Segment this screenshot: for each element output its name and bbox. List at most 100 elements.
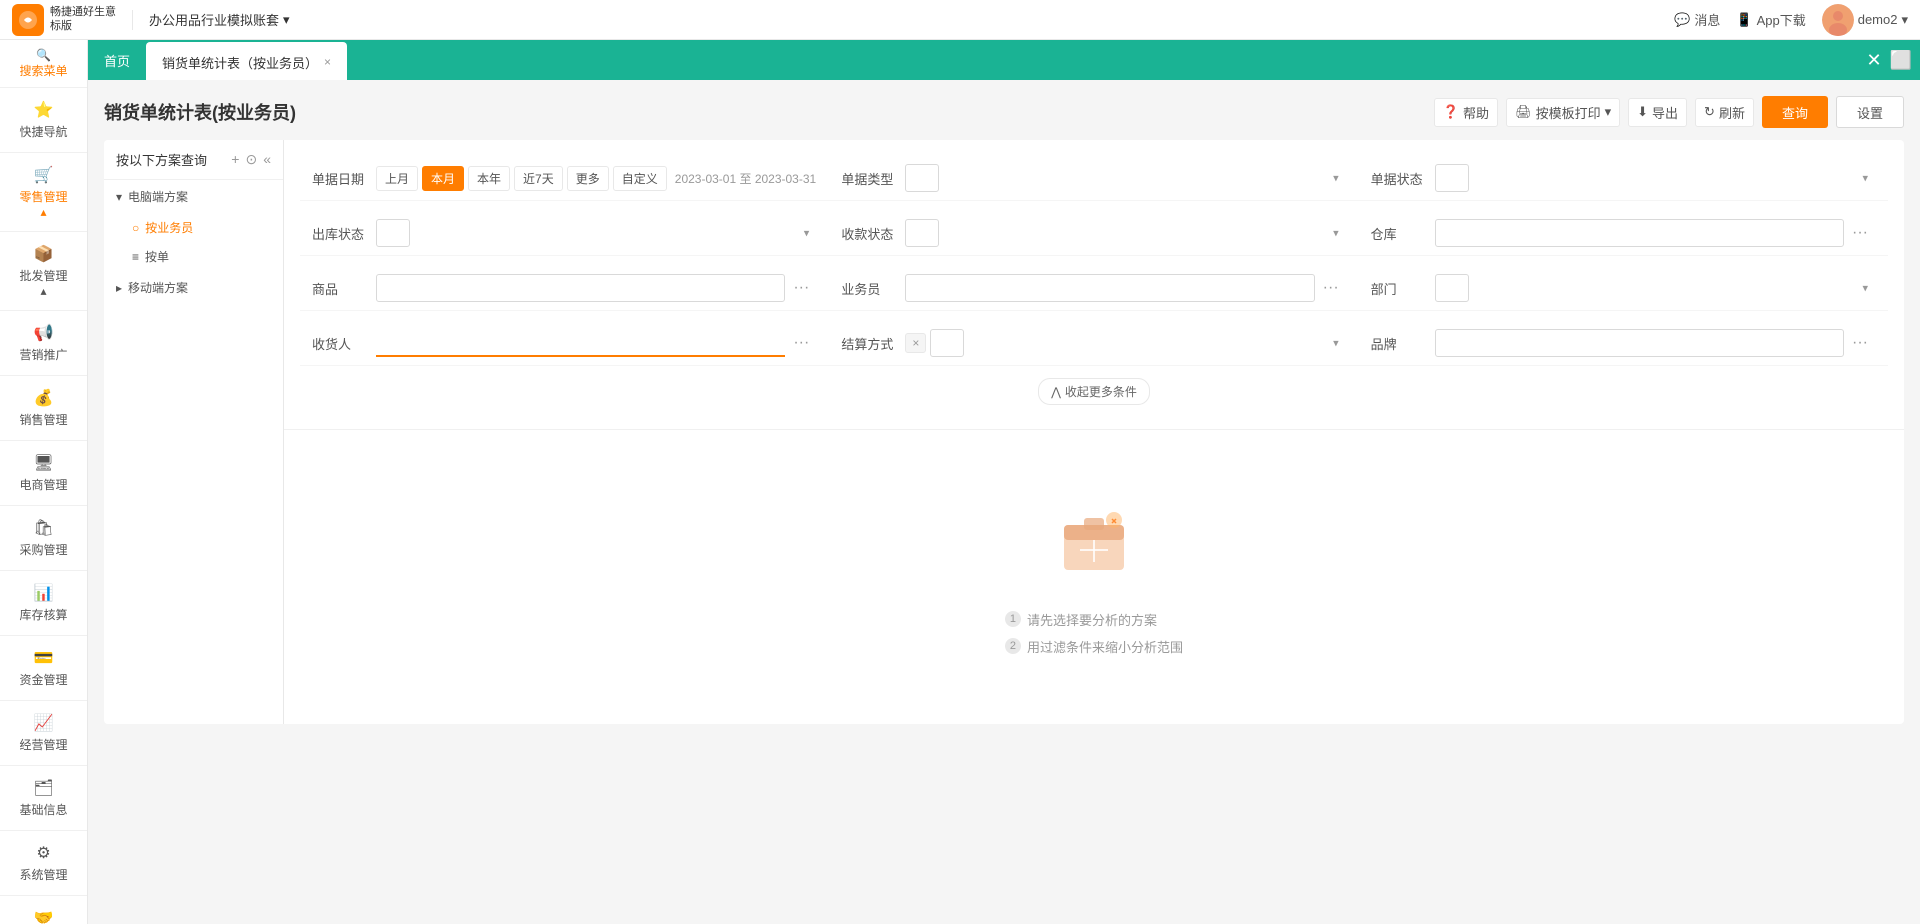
salesperson-input[interactable] [905, 274, 1314, 302]
date-this-month[interactable]: 本月 [422, 166, 464, 191]
chevron-down-icon: ▾ [283, 12, 290, 28]
salesperson-more-icon[interactable]: ··· [1315, 279, 1347, 297]
scheme-item-order[interactable]: ≡ 按单 [104, 242, 283, 271]
sidebar-item-quicknav[interactable]: ⭐ 快捷导航 [0, 88, 87, 153]
query-button[interactable]: 查询 [1762, 96, 1828, 128]
inner-layout: 按以下方案查询 + ⊙ « ▾ 电脑端方案 [104, 140, 1904, 724]
brand-more-icon[interactable]: ··· [1844, 334, 1876, 352]
date-7days[interactable]: 近7天 [514, 166, 563, 191]
sidebar: 🔍 搜索菜单 ⭐ 快捷导航 🛒 零售管理 ▴ 📦 批发管理 ▴ 📢 营销推广 [0, 40, 88, 924]
template-print-button[interactable]: 🖨 按模板打印 ▾ [1506, 98, 1620, 127]
date-more[interactable]: 更多 [567, 166, 609, 191]
chevron-down-icon: ▾ [1901, 12, 1908, 28]
export-button[interactable]: ⬇ 导出 [1628, 98, 1687, 127]
filter-brand: 品牌 ··· [1359, 321, 1888, 366]
add-scheme-icon[interactable]: + [231, 151, 239, 168]
empty-hint-1: 1 请先选择要分析的方案 [1005, 610, 1183, 629]
tab-bar: 首页 销货单统计表（按业务员） × ✕ ⬜ [88, 40, 1920, 80]
filter-settlement: 结算方式 × [829, 321, 1358, 366]
date-custom[interactable]: 自定义 [613, 166, 667, 191]
consignee-input[interactable] [376, 329, 785, 357]
page-header: 销货单统计表(按业务员) ❓ 帮助 🖨 按模板打印 ▾ ⬇ [104, 96, 1904, 128]
filter-out-status: 出库状态 [300, 211, 829, 256]
maximize-icon[interactable]: ⬜ [1890, 50, 1912, 71]
sidebar-item-inventory[interactable]: 📊 库存核算 [0, 571, 87, 636]
warehouse-input[interactable] [1435, 219, 1844, 247]
doc-status-select[interactable] [1435, 164, 1469, 192]
collapse-icon: ⋀ [1051, 385, 1061, 399]
consignee-more-icon[interactable]: ··· [785, 334, 817, 352]
sidebar-item-enterprise[interactable]: 🤝 企业协同 [0, 896, 87, 924]
message-icon: 💬 [1674, 12, 1690, 28]
tab-home[interactable]: 首页 [88, 40, 146, 80]
close-window-icon[interactable]: ✕ [1866, 50, 1881, 71]
filter-date: 单据日期 上月 本月 本年 近7天 更多 自定义 2023-03-01 至 20… [300, 156, 829, 201]
filter-receipt-status: 收款状态 [829, 211, 1358, 256]
collapse-scheme-icon[interactable]: « [263, 151, 271, 168]
sidebar-item-base[interactable]: 🗂 基础信息 [0, 766, 87, 831]
sidebar-item-ecommerce[interactable]: 🖥 电商管理 [0, 441, 87, 506]
filter-row-1: 单据日期 上月 本月 本年 近7天 更多 自定义 2023-03-01 至 20… [300, 156, 1888, 201]
sidebar-item-system[interactable]: ⚙ 系统管理 [0, 831, 87, 896]
filter-area: 单据日期 上月 本月 本年 近7天 更多 自定义 2023-03-01 至 20… [284, 140, 1904, 430]
page-content: 销货单统计表(按业务员) ❓ 帮助 🖨 按模板打印 ▾ ⬇ [88, 80, 1920, 924]
inner-content: 单据日期 上月 本月 本年 近7天 更多 自定义 2023-03-01 至 20… [284, 140, 1904, 724]
empty-hints: 1 请先选择要分析的方案 2 用过滤条件来缩小分析范围 [1005, 610, 1183, 664]
tab-bar-actions: ✕ ⬜ [1866, 50, 1920, 71]
sidebar-item-retail[interactable]: 🛒 零售管理 ▴ [0, 153, 87, 232]
top-bar-left: 畅捷通好生意 标版 办公用品行业模拟账套 ▾ [12, 4, 290, 36]
filter-row-4: 收货人 ··· 结算方式 × [300, 321, 1888, 366]
refresh-icon: ↻ [1704, 104, 1715, 120]
sidebar-item-marketing[interactable]: 📢 营销推广 [0, 311, 87, 376]
user-action[interactable]: demo2 ▾ [1822, 4, 1908, 36]
filter-doc-type: 单据类型 [829, 156, 1358, 201]
warehouse-more-icon[interactable]: ··· [1844, 224, 1876, 242]
scheme-group-mobile: ▸ 移动端方案 [104, 271, 283, 304]
tab-active[interactable]: 销货单统计表（按业务员） × [146, 42, 347, 82]
receipt-status-select[interactable] [905, 219, 939, 247]
export-icon: ⬇ [1637, 104, 1648, 120]
out-status-select[interactable] [376, 219, 410, 247]
sidebar-item-sales[interactable]: 💰 销售管理 [0, 376, 87, 441]
sidebar-item-wholesale[interactable]: 📦 批发管理 ▴ [0, 232, 87, 311]
doc-type-select[interactable] [905, 164, 939, 192]
sidebar-item-purchase[interactable]: 🛍 采购管理 [0, 506, 87, 571]
filter-doc-status: 单据状态 [1359, 156, 1888, 201]
date-last-month[interactable]: 上月 [376, 166, 418, 191]
logo-icon [12, 4, 44, 36]
goods-more-icon[interactable]: ··· [785, 279, 817, 297]
scheme-item-icon: ○ [132, 221, 139, 235]
sidebar-item-search[interactable]: 🔍 搜索菜单 [0, 40, 87, 88]
avatar [1822, 4, 1854, 36]
edit-scheme-icon[interactable]: ⊙ [245, 151, 257, 168]
empty-illustration [1044, 490, 1144, 590]
help-icon: ❓ [1443, 104, 1459, 120]
app-selector[interactable]: 办公用品行业模拟账套 ▾ [149, 10, 290, 29]
setting-button[interactable]: 设置 [1836, 96, 1904, 128]
scheme-group-desktop-header[interactable]: ▾ 电脑端方案 [104, 180, 283, 213]
date-this-year[interactable]: 本年 [468, 166, 510, 191]
tab-close-icon[interactable]: × [324, 55, 331, 69]
scheme-group-mobile-header[interactable]: ▸ 移动端方案 [104, 271, 283, 304]
filter-row-3: 商品 ··· 业务员 ··· 部门 [300, 266, 1888, 311]
dept-select[interactable] [1435, 274, 1469, 302]
help-button[interactable]: ❓ 帮助 [1434, 98, 1498, 127]
scheme-item-icon: ≡ [132, 250, 139, 264]
arrow-down-icon: ▾ [116, 190, 122, 204]
top-bar: 畅捷通好生意 标版 办公用品行业模拟账套 ▾ 💬 消息 📱 App下载 [0, 0, 1920, 40]
collapse-button[interactable]: ⋀ 收起更多条件 [1038, 378, 1150, 405]
settlement-tag-close[interactable]: × [912, 336, 919, 350]
sidebar-item-finance[interactable]: 💳 资金管理 [0, 636, 87, 701]
divider [132, 10, 133, 30]
filter-dept: 部门 [1359, 266, 1888, 311]
message-action[interactable]: 💬 消息 [1674, 10, 1720, 29]
brand-input[interactable] [1435, 329, 1844, 357]
settlement-select[interactable] [930, 329, 964, 357]
sidebar-item-ops[interactable]: 📈 经营管理 [0, 701, 87, 766]
refresh-button[interactable]: ↻ 刷新 [1695, 98, 1754, 127]
goods-input[interactable] [376, 274, 785, 302]
app-download-action[interactable]: 📱 App下载 [1736, 10, 1805, 29]
date-filter: 上月 本月 本年 近7天 更多 自定义 2023-03-01 至 2023-03… [376, 166, 817, 191]
scheme-item-salesperson[interactable]: ○ 按业务员 [104, 213, 283, 242]
scheme-group-desktop: ▾ 电脑端方案 ○ 按业务员 ≡ 按单 [104, 180, 283, 271]
